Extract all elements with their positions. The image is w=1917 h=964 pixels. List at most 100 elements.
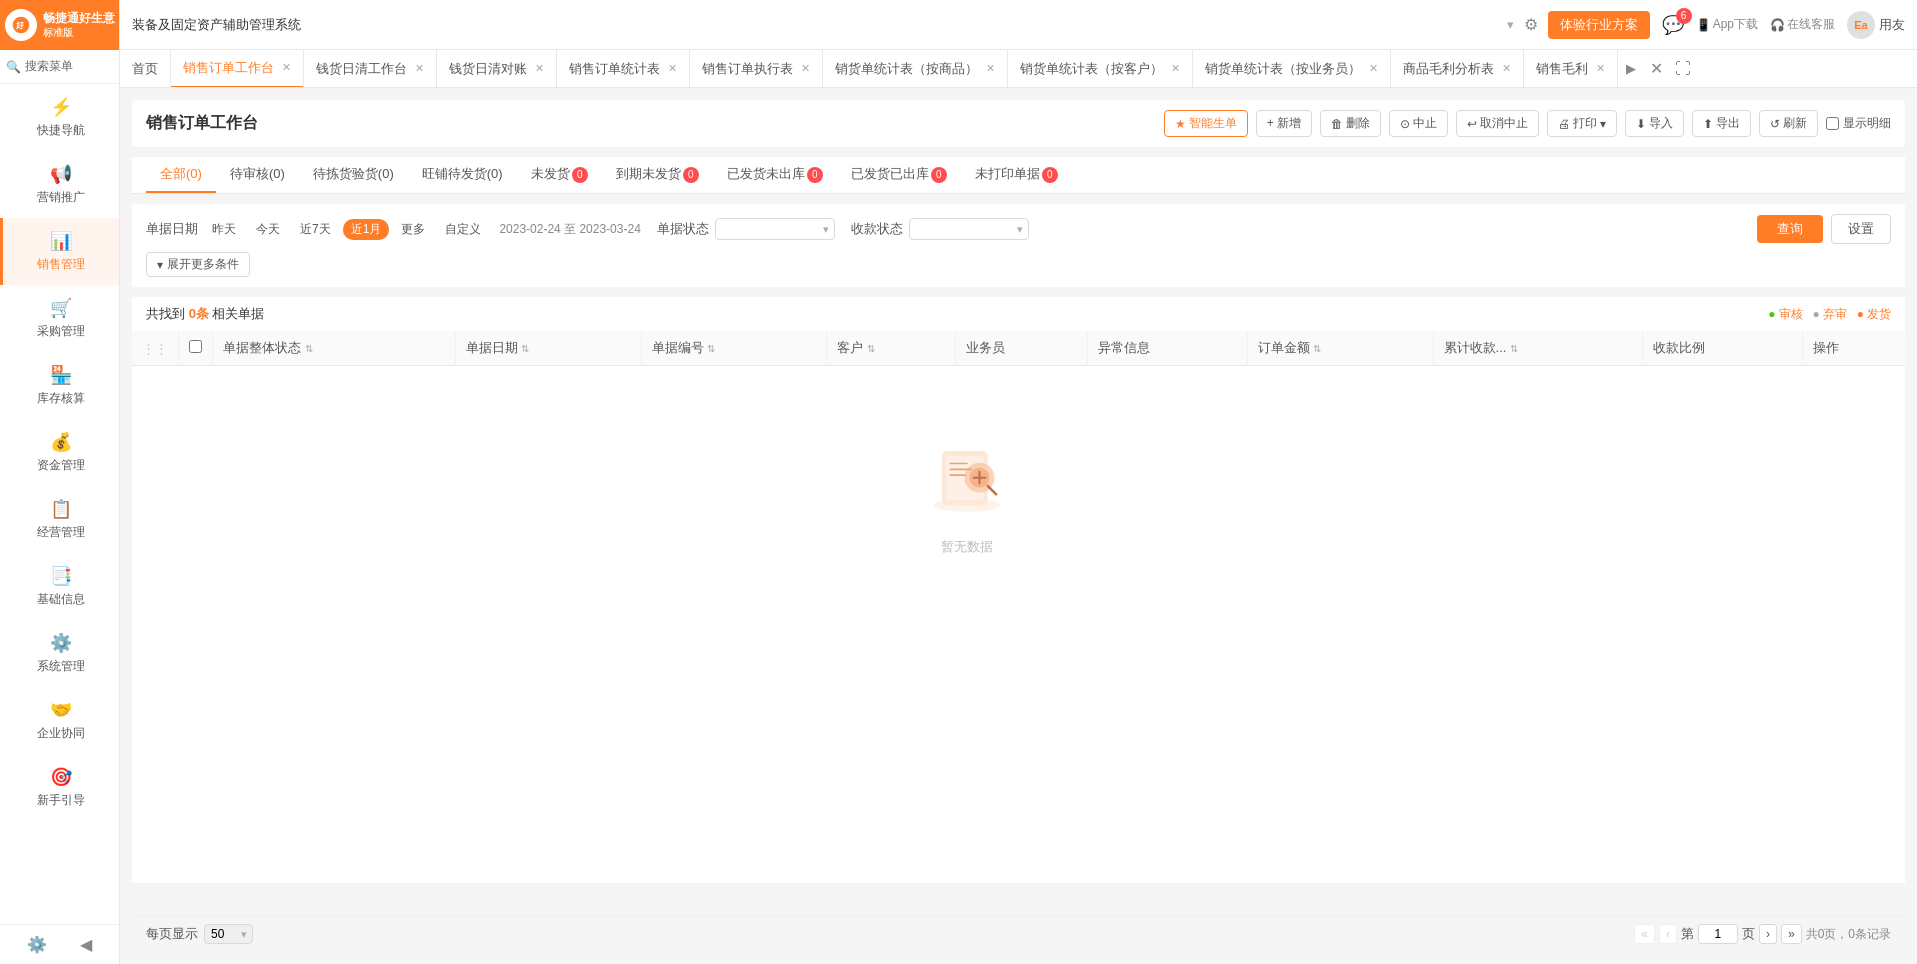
sidebar-item-basic-info[interactable]: 📑 基础信息 (0, 553, 119, 620)
refresh-button[interactable]: ↺ 刷新 (1759, 110, 1818, 137)
sidebar-item-quick-nav[interactable]: ⚡ 快捷导航 (0, 84, 119, 151)
sidebar-item-finance[interactable]: 💰 资金管理 (0, 419, 119, 486)
tab-gross-profit[interactable]: 商品毛利分析表 ✕ (1391, 50, 1524, 88)
tab-sales-workbench[interactable]: 销售订单工作台 ✕ (171, 50, 304, 88)
col-status[interactable]: 单据整体状态 ⇅ (213, 331, 456, 366)
ship-action-btn[interactable]: ● 发货 (1857, 306, 1891, 323)
tabs-close-all-btn[interactable]: ✕ (1644, 59, 1669, 78)
select-all-checkbox[interactable] (189, 340, 202, 353)
import-button[interactable]: ⬇ 导入 (1625, 110, 1684, 137)
tab-close-sales-summary-staff[interactable]: ✕ (1369, 62, 1378, 75)
tab-close-cash-reconcile[interactable]: ✕ (535, 62, 544, 75)
sidebar-item-marketing[interactable]: 📢 营销推广 (0, 151, 119, 218)
tab-home[interactable]: 首页 (120, 50, 171, 88)
tab-cash-reconcile[interactable]: 钱货日清对账 ✕ (437, 50, 557, 88)
sidebar-collapse-btn[interactable]: ◀ (80, 935, 92, 954)
industry-plan-button[interactable]: 体验行业方案 (1548, 11, 1650, 39)
col-collected[interactable]: 累计收款... ⇅ (1433, 331, 1643, 366)
tab-close-gross-profit[interactable]: ✕ (1502, 62, 1511, 75)
user-menu[interactable]: Ea 用友 (1847, 11, 1905, 39)
col-amount[interactable]: 订单金额 ⇅ (1247, 331, 1433, 366)
sub-tab-shipped-out[interactable]: 已发货已出库0 (837, 157, 961, 193)
filter-row: 单据日期 昨天 今天 近7天 近1月 更多 自定义 2023-02-24 至 2… (146, 214, 1891, 244)
tab-close-sales-stats[interactable]: ✕ (668, 62, 677, 75)
date-btn-more[interactable]: 更多 (393, 219, 433, 240)
smart-generate-button[interactable]: ★ 智能生单 (1164, 110, 1248, 137)
new-button[interactable]: + 新增 (1256, 110, 1312, 137)
sub-tab-shipped-not-out[interactable]: 已发货未出库0 (713, 157, 837, 193)
tab-sales-stats[interactable]: 销售订单统计表 ✕ (557, 50, 690, 88)
export-button[interactable]: ⬆ 导出 (1692, 110, 1751, 137)
horizontal-scrollbar[interactable] (132, 893, 1905, 905)
tab-sales-exec[interactable]: 销售订单执行表 ✕ (690, 50, 823, 88)
page-header: 销售订单工作台 ★ 智能生单 + 新增 🗑 删除 ⊙ 中止 ↩ 取消中止 (132, 100, 1905, 147)
payment-select[interactable] (909, 218, 1029, 240)
date-btn-today[interactable]: 今天 (248, 219, 288, 240)
col-date[interactable]: 单据日期 ⇅ (455, 331, 641, 366)
next-page-btn[interactable]: › (1759, 924, 1777, 944)
tab-close-sales-exec[interactable]: ✕ (801, 62, 810, 75)
sales-workbench-tab-label: 销售订单工作台 (183, 59, 274, 77)
col-customer[interactable]: 客户 ⇅ (827, 331, 956, 366)
tab-close-cash-daily[interactable]: ✕ (415, 62, 424, 75)
home-tab-label: 首页 (132, 60, 158, 78)
sidebar-settings-btn[interactable]: ⚙️ (27, 935, 47, 954)
col-checkbox[interactable] (179, 331, 213, 366)
expand-filter-button[interactable]: ▾ 展开更多条件 (146, 252, 250, 277)
delete-button[interactable]: 🗑 删除 (1320, 110, 1381, 137)
tab-cash-daily[interactable]: 钱货日清工作台 ✕ (304, 50, 437, 88)
show-detail-checkbox[interactable]: 显示明细 (1826, 115, 1891, 132)
sidebar-footer: ⚙️ ◀ (0, 924, 119, 964)
dropdown-icon[interactable]: ▾ (1507, 17, 1514, 32)
stop-button[interactable]: ⊙ 中止 (1389, 110, 1448, 137)
sub-tab-not-printed[interactable]: 未打印单据0 (961, 157, 1072, 193)
sub-tab-all[interactable]: 全部(0) (146, 157, 216, 193)
cash-reconcile-tab-label: 钱货日清对账 (449, 60, 527, 78)
query-button[interactable]: 查询 (1757, 215, 1823, 243)
online-service-btn[interactable]: 🎧 在线客服 (1770, 16, 1835, 33)
app-download-btn[interactable]: 📱 App下载 (1696, 16, 1758, 33)
sidebar-item-purchase[interactable]: 🛒 采购管理 (0, 285, 119, 352)
sidebar-item-inventory[interactable]: 🏪 库存核算 (0, 352, 119, 419)
sub-tab-wangpu-pending[interactable]: 旺铺待发货(0) (408, 157, 517, 193)
sidebar-item-operations[interactable]: 📋 经营管理 (0, 486, 119, 553)
sub-tab-not-shipped[interactable]: 未发货0 (517, 157, 602, 193)
page-number-input[interactable] (1698, 924, 1738, 944)
sidebar-item-sales[interactable]: 📊 销售管理 (0, 218, 119, 285)
sidebar-item-guide[interactable]: 🎯 新手引导 (0, 754, 119, 821)
tab-close-sales-profit[interactable]: ✕ (1596, 62, 1605, 75)
tab-close-sales-workbench[interactable]: ✕ (282, 61, 291, 74)
sidebar-item-enterprise[interactable]: 🤝 企业协同 (0, 687, 119, 754)
tab-sales-summary-customer[interactable]: 销货单统计表（按客户） ✕ (1008, 50, 1193, 88)
tabs-more-btn[interactable]: ▶ (1618, 61, 1644, 76)
review-action-btn[interactable]: ● 审核 (1768, 306, 1802, 323)
last-page-btn[interactable]: » (1781, 924, 1802, 944)
setting-button[interactable]: 设置 (1831, 214, 1891, 244)
tab-close-sales-summary-product[interactable]: ✕ (986, 62, 995, 75)
tab-sales-profit[interactable]: 销售毛利 ✕ (1524, 50, 1618, 88)
tabs-fullscreen-btn[interactable]: ⛶ (1669, 60, 1697, 78)
prev-page-btn[interactable]: ‹ (1659, 924, 1677, 944)
print-button[interactable]: 🖨 打印 ▾ (1547, 110, 1617, 137)
date-btn-1month[interactable]: 近1月 (343, 219, 390, 240)
col-number[interactable]: 单据编号 ⇅ (641, 331, 827, 366)
show-detail-input[interactable] (1826, 117, 1839, 130)
first-page-btn[interactable]: « (1634, 924, 1655, 944)
date-btn-custom[interactable]: 自定义 (437, 219, 489, 240)
sub-tab-overdue-not-shipped[interactable]: 到期未发货0 (602, 157, 713, 193)
date-btn-yesterday[interactable]: 昨天 (204, 219, 244, 240)
sidebar-search[interactable]: 🔍 搜索菜单 (0, 50, 119, 84)
sub-tab-pending-review[interactable]: 待审核(0) (216, 157, 299, 193)
cancel-stop-button[interactable]: ↩ 取消中止 (1456, 110, 1539, 137)
cancel-review-action-btn[interactable]: ● 弃审 (1813, 306, 1847, 323)
date-btn-7days[interactable]: 近7天 (292, 219, 339, 240)
tab-sales-summary-staff[interactable]: 销货单统计表（按业务员） ✕ (1193, 50, 1391, 88)
settings-icon[interactable]: ⚙ (1524, 15, 1538, 34)
sub-tab-pending-inspect[interactable]: 待拣货验货(0) (299, 157, 408, 193)
status-select[interactable] (715, 218, 835, 240)
message-badge[interactable]: 💬 6 (1662, 14, 1684, 36)
page-size-select[interactable]: 10 20 50 100 (204, 924, 253, 944)
sidebar-item-system[interactable]: ⚙️ 系统管理 (0, 620, 119, 687)
tab-close-sales-summary-customer[interactable]: ✕ (1171, 62, 1180, 75)
tab-sales-summary-product[interactable]: 销货单统计表（按商品） ✕ (823, 50, 1008, 88)
